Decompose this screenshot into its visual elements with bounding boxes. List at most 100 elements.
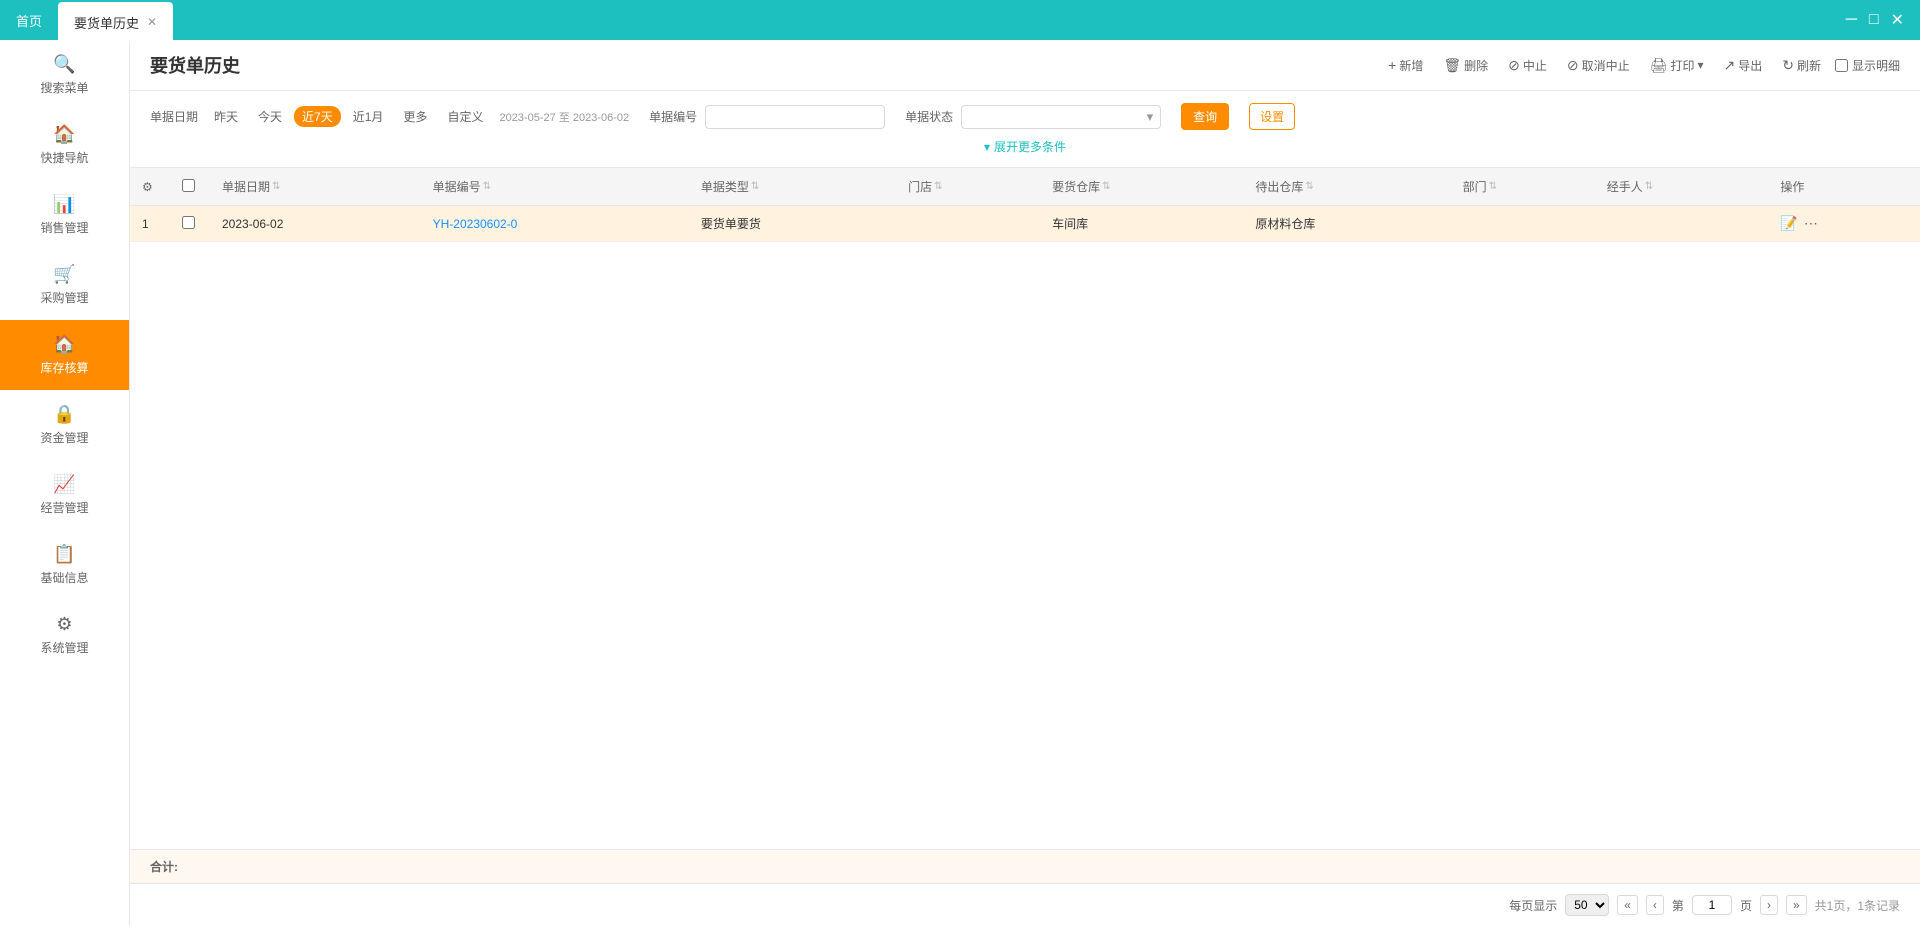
th-doc-date[interactable]: 单据日期 ⇅ <box>210 168 421 206</box>
data-table: ⚙ 单据日期 ⇅ 单据编号 <box>130 168 1920 242</box>
new-icon: + <box>1388 57 1396 73</box>
pagination-bar: 每页显示 50 « ‹ 第 页 › » 共1页，1条记录 <box>130 883 1920 926</box>
column-settings-icon[interactable]: ⚙ <box>142 180 153 194</box>
sidebar-item-label: 基础信息 <box>40 569 88 586</box>
cell-doc-type: 要货单要货 <box>689 206 896 242</box>
summary-label: 合计: <box>150 858 178 875</box>
print-dropdown-icon: ▾ <box>1697 58 1703 72</box>
row-more-icon[interactable]: ⋯ <box>1804 215 1818 232</box>
th-req-warehouse[interactable]: 要货仓库 ⇅ <box>1040 168 1243 206</box>
per-page-label: 每页显示 <box>1509 897 1557 914</box>
new-button[interactable]: + 新增 <box>1382 53 1429 78</box>
date-today-btn[interactable]: 今天 <box>250 106 290 127</box>
sort-icon: ⇅ <box>934 181 942 192</box>
page-unit-label: 页 <box>1740 897 1752 914</box>
prev-page-btn[interactable]: ‹ <box>1646 895 1664 915</box>
stop-button[interactable]: ⊘ 中止 <box>1502 53 1553 78</box>
th-checkbox[interactable] <box>170 168 210 206</box>
print-icon: 🖨 <box>1650 57 1668 74</box>
header-actions: + 新增 🗑 删除 ⊘ 中止 ⊘ 取消中止 🖨 打印 <box>1382 53 1900 78</box>
table-footer: 合计: <box>130 849 1920 883</box>
sidebar-item-finance-mgmt[interactable]: 🔒 资金管理 <box>0 390 129 460</box>
doc-number-link[interactable]: YH-20230602-0 <box>433 217 518 231</box>
per-page-select[interactable]: 50 <box>1565 894 1609 916</box>
tab-home[interactable]: 首页 <box>0 0 58 40</box>
top-bar: 首页 要货单历史 ✕ ─ □ ✕ <box>0 0 1920 40</box>
cell-store <box>896 206 1040 242</box>
next-page-btn[interactable]: › <box>1760 895 1778 915</box>
delete-button[interactable]: 🗑 删除 <box>1437 53 1494 78</box>
refresh-button[interactable]: ↻ 刷新 <box>1776 53 1827 78</box>
status-label: 单据状态 <box>905 108 953 125</box>
cell-doc-number[interactable]: YH-20230602-0 <box>421 206 689 242</box>
th-settings[interactable]: ⚙ <box>130 168 170 206</box>
sidebar-item-system-mgmt[interactable]: ⚙ 系统管理 <box>0 600 129 670</box>
system-icon: ⚙ <box>56 614 72 635</box>
date-yesterday-btn[interactable]: 昨天 <box>206 106 246 127</box>
table-row: 1 2023-06-02 YH-20230602-0 要货单要货 <box>130 206 1920 242</box>
table-header: ⚙ 单据日期 ⇅ 单据编号 <box>130 168 1920 206</box>
th-store[interactable]: 门店 ⇅ <box>896 168 1040 206</box>
doc-number-label: 单据编号 <box>649 108 697 125</box>
print-button[interactable]: 🖨 打印 ▾ <box>1644 53 1710 78</box>
first-page-btn[interactable]: « <box>1617 895 1638 915</box>
cell-pending-warehouse: 原材料仓库 <box>1243 206 1450 242</box>
status-select[interactable] <box>961 105 1161 129</box>
cell-req-warehouse: 车间库 <box>1040 206 1243 242</box>
sidebar-item-basic-info[interactable]: 📋 基础信息 <box>0 530 129 600</box>
cancel-stop-button[interactable]: ⊘ 取消中止 <box>1561 53 1636 78</box>
sidebar-item-inventory[interactable]: 🏠 库存核算 <box>0 320 129 390</box>
cell-checkbox[interactable] <box>170 206 210 242</box>
page-title: 要货单历史 <box>150 52 240 78</box>
stop-icon: ⊘ <box>1508 57 1520 74</box>
date-more-btn[interactable]: 更多 <box>395 106 435 127</box>
row-actions: 📝 ⋯ <box>1780 215 1908 232</box>
date-filter-group: 单据日期 昨天 今天 近7天 近1月 更多 自定义 2023-05-27 至 2… <box>150 106 629 127</box>
select-all-checkbox[interactable] <box>182 179 195 192</box>
query-button[interactable]: 查询 <box>1181 103 1229 130</box>
sidebar-item-sales-mgmt[interactable]: 📊 销售管理 <box>0 180 129 250</box>
th-pending-warehouse[interactable]: 待出仓库 ⇅ <box>1243 168 1450 206</box>
page-input[interactable] <box>1692 895 1732 915</box>
tab-home-label: 首页 <box>16 11 42 30</box>
show-detail-toggle[interactable]: 显示明细 <box>1835 57 1900 74</box>
window-min-icon[interactable]: ─ <box>1846 11 1857 29</box>
sidebar-item-label: 搜索菜单 <box>40 79 88 96</box>
date-last7days-btn[interactable]: 近7天 <box>294 106 341 127</box>
sidebar-item-purchase-mgmt[interactable]: 🛒 采购管理 <box>0 250 129 320</box>
status-filter-group: 单据状态 <box>905 105 1161 129</box>
sort-icon: ⇅ <box>751 181 759 192</box>
date-shortcuts: 昨天 今天 近7天 近1月 更多 自定义 <box>206 106 491 127</box>
doc-number-input[interactable] <box>705 105 885 129</box>
refresh-icon: ↻ <box>1782 57 1794 74</box>
window-close-icon[interactable]: ✕ <box>1891 10 1904 30</box>
sort-icon: ⇅ <box>1645 181 1653 192</box>
cell-department <box>1451 206 1595 242</box>
sidebar-item-quick-nav[interactable]: 🏠 快捷导航 <box>0 110 129 180</box>
settings-button[interactable]: 设置 <box>1249 103 1295 130</box>
sidebar-item-label: 库存核算 <box>40 359 88 376</box>
th-doc-type[interactable]: 单据类型 ⇅ <box>689 168 896 206</box>
last-page-btn[interactable]: » <box>1786 895 1807 915</box>
th-doc-number[interactable]: 单据编号 ⇅ <box>421 168 689 206</box>
cancel-stop-icon: ⊘ <box>1567 57 1579 74</box>
show-detail-checkbox[interactable] <box>1835 59 1848 72</box>
window-max-icon[interactable]: □ <box>1869 11 1879 29</box>
export-button[interactable]: ↗ 导出 <box>1717 53 1768 78</box>
th-handler[interactable]: 经手人 ⇅ <box>1595 168 1769 206</box>
inventory-icon: 🏠 <box>53 334 75 355</box>
sort-icon: ⇅ <box>272 181 280 192</box>
sidebar-item-search-menu[interactable]: 🔍 搜索菜单 <box>0 40 129 110</box>
sort-icon: ⇅ <box>1102 181 1110 192</box>
row-edit-icon[interactable]: 📝 <box>1780 215 1797 232</box>
date-custom-btn[interactable]: 自定义 <box>439 106 491 127</box>
date-last1month-btn[interactable]: 近1月 <box>345 106 392 127</box>
tab-close-icon[interactable]: ✕ <box>147 15 157 29</box>
row-checkbox[interactable] <box>182 216 195 229</box>
th-department[interactable]: 部门 ⇅ <box>1451 168 1595 206</box>
sidebar: 🔍 搜索菜单 🏠 快捷导航 📊 销售管理 🛒 采购管理 🏠 库存核算 🔒 资金管… <box>0 40 130 926</box>
sidebar-item-ops-mgmt[interactable]: 📈 经营管理 <box>0 460 129 530</box>
expand-more-btn[interactable]: ▾ 展开更多条件 <box>150 138 1900 155</box>
tab-requisition-history[interactable]: 要货单历史 ✕ <box>58 2 173 42</box>
window-controls: ─ □ ✕ <box>1846 10 1920 30</box>
